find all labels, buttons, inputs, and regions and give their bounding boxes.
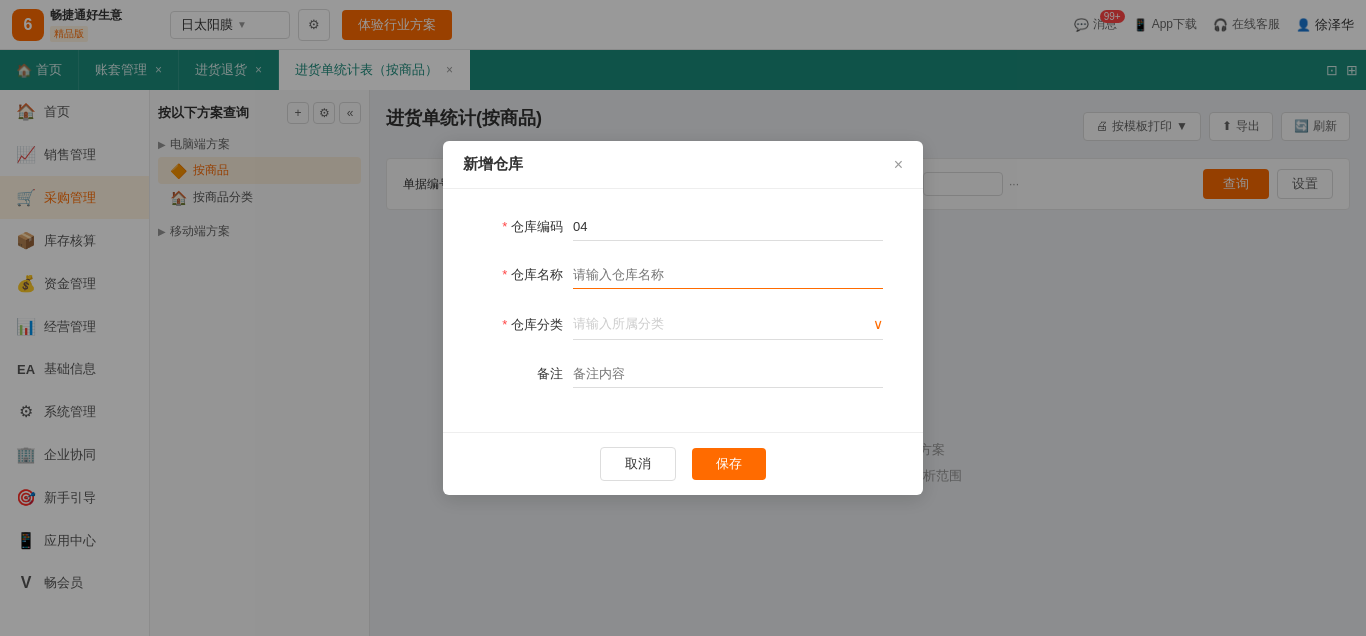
warehouse-code-label: 仓库编码	[483, 218, 563, 236]
warehouse-category-select[interactable]: 请输入所属分类 ∨	[573, 309, 883, 340]
warehouse-code-input[interactable]	[573, 213, 883, 241]
warehouse-category-placeholder: 请输入所属分类	[573, 315, 664, 333]
form-row-name: 仓库名称	[483, 261, 883, 289]
modal-header: 新增仓库 ×	[443, 141, 923, 189]
form-row-code: 仓库编码	[483, 213, 883, 241]
remarks-label: 备注	[483, 365, 563, 383]
warehouse-name-input[interactable]	[573, 261, 883, 289]
modal-title: 新增仓库	[463, 155, 523, 174]
modal-overlay: 新增仓库 × 仓库编码 仓库名称 仓库分类 请输入所属分类 ∨	[0, 0, 1366, 636]
modal-body: 仓库编码 仓库名称 仓库分类 请输入所属分类 ∨ 备注	[443, 189, 923, 432]
add-warehouse-modal: 新增仓库 × 仓库编码 仓库名称 仓库分类 请输入所属分类 ∨	[443, 141, 923, 495]
remarks-input[interactable]	[573, 360, 883, 388]
modal-close-button[interactable]: ×	[894, 156, 903, 174]
form-row-category: 仓库分类 请输入所属分类 ∨	[483, 309, 883, 340]
save-button[interactable]: 保存	[692, 448, 766, 480]
form-row-remarks: 备注	[483, 360, 883, 388]
modal-footer: 取消 保存	[443, 432, 923, 495]
cancel-button[interactable]: 取消	[600, 447, 676, 481]
warehouse-name-label: 仓库名称	[483, 266, 563, 284]
warehouse-category-label: 仓库分类	[483, 316, 563, 334]
category-dropdown-icon: ∨	[873, 316, 883, 332]
